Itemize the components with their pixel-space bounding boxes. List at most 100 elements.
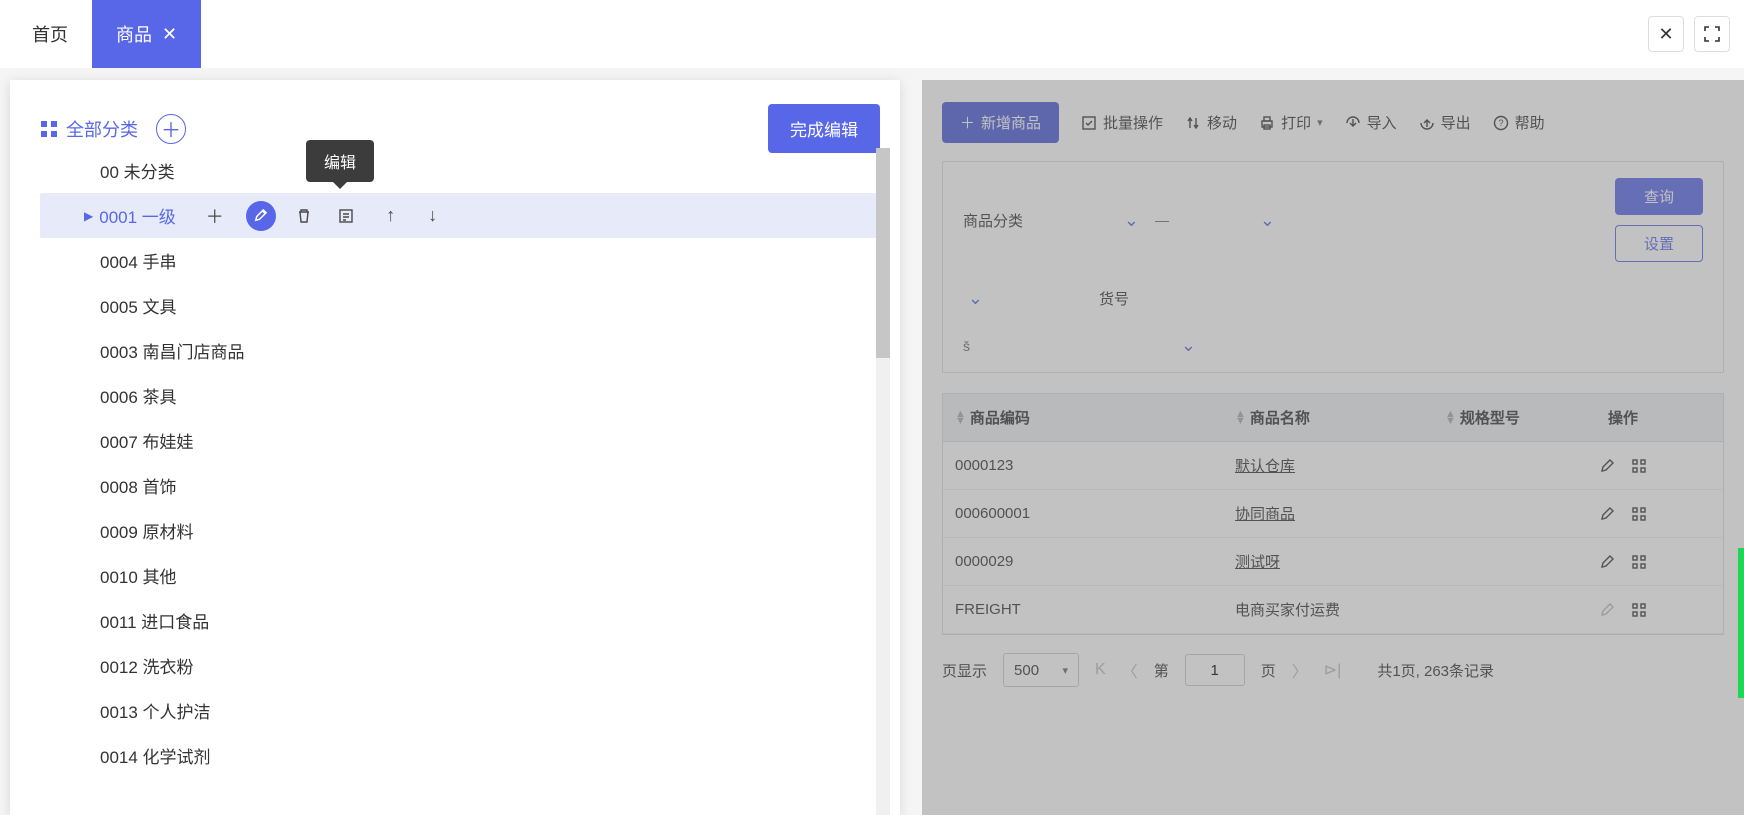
table-row: 0000123默认仓库 <box>943 442 1723 490</box>
col-code[interactable]: ▲▼商品编码 <box>943 407 1223 428</box>
filter-category-to[interactable]: ⌄ <box>1185 210 1275 231</box>
category-label: 0011 进口食品 <box>100 608 209 633</box>
category-label: 0003 南昌门店商品 <box>100 338 245 363</box>
filter-unknown-2[interactable]: ⌄ <box>1106 335 1196 356</box>
page-input[interactable] <box>1185 654 1245 686</box>
category-item[interactable]: 0003 南昌门店商品 <box>40 328 880 373</box>
cell-code: 000600001 <box>943 505 1223 522</box>
category-label: 0008 首饰 <box>100 473 177 498</box>
side-indicator <box>1738 548 1744 698</box>
category-item[interactable]: 0005 文具 <box>40 283 880 328</box>
tab-bar: 首页 商品 ✕ <box>0 0 1744 68</box>
cell-name[interactable]: 协同商品 <box>1223 503 1433 524</box>
category-label: 00 未分类 <box>100 158 175 183</box>
category-item[interactable]: 0010 其他 <box>40 553 880 598</box>
edit-tooltip: 编辑 <box>306 140 374 182</box>
category-item[interactable]: 0007 布娃娃 <box>40 418 880 463</box>
row-more-icon[interactable] <box>1631 602 1647 618</box>
tab-home[interactable]: 首页 <box>8 0 92 68</box>
move-down-icon[interactable]: ↓ <box>422 205 444 226</box>
setting-button[interactable]: 设置 <box>1615 225 1703 262</box>
filter-unknown-1[interactable]: ⌄ <box>963 288 983 309</box>
category-item[interactable]: 00 未分类 <box>40 148 880 193</box>
cell-code: FREIGHT <box>943 601 1223 618</box>
row-more-icon[interactable] <box>1631 458 1647 474</box>
filter-category-label: 商品分类 <box>963 210 1033 231</box>
category-label: 0012 洗衣粉 <box>100 653 194 678</box>
category-label: 0004 手串 <box>100 248 177 273</box>
category-item[interactable]: ▶ 0001 一级 ＋ ↑ ↓ <box>40 193 880 238</box>
add-child-icon[interactable]: ＋ <box>204 203 226 229</box>
page-summary: 共1页, 263条记录 <box>1377 660 1494 681</box>
col-spec[interactable]: ▲▼规格型号 <box>1433 407 1523 428</box>
table-row: 0000029测试呀 <box>943 538 1723 586</box>
page-next-icon[interactable]: 〉 <box>1292 658 1308 682</box>
export-button[interactable]: 导出 <box>1419 112 1471 133</box>
category-label: 0007 布娃娃 <box>100 428 194 453</box>
category-label: 0010 其他 <box>100 563 177 588</box>
category-item[interactable]: 0014 化学试剂 <box>40 733 880 778</box>
row-more-icon[interactable] <box>1631 554 1647 570</box>
close-icon[interactable]: ✕ <box>162 24 177 45</box>
query-button[interactable]: 查询 <box>1615 178 1703 215</box>
row-more-icon[interactable] <box>1631 506 1647 522</box>
category-item[interactable]: 0012 洗衣粉 <box>40 643 880 688</box>
page-prefix: 第 <box>1154 660 1169 681</box>
category-item[interactable]: 0013 个人护洁 <box>40 688 880 733</box>
category-item[interactable]: 0008 首饰 <box>40 463 880 508</box>
page-prev-icon[interactable]: 〈 <box>1122 658 1138 682</box>
page-suffix: 页 <box>1261 660 1276 681</box>
category-item[interactable]: 0009 原材料 <box>40 508 880 553</box>
new-product-button[interactable]: ＋新增商品 <box>942 102 1059 143</box>
col-name[interactable]: ▲▼商品名称 <box>1223 407 1433 428</box>
move-up-icon[interactable]: ↑ <box>380 205 402 226</box>
import-button[interactable]: 导入 <box>1345 112 1397 133</box>
edit-icon[interactable] <box>246 201 276 231</box>
category-label: 0001 一级 <box>99 203 176 228</box>
cell-name: 电商买家付运费 <box>1223 599 1433 620</box>
cell-name[interactable]: 测试呀 <box>1223 551 1433 572</box>
row-edit-icon[interactable] <box>1599 506 1615 522</box>
col-op: 操作 <box>1523 407 1723 428</box>
print-button[interactable]: 打印▾ <box>1259 112 1323 133</box>
row-edit-icon[interactable] <box>1599 554 1615 570</box>
tab-products[interactable]: 商品 ✕ <box>92 0 201 68</box>
category-title[interactable]: 全部分类 <box>66 116 138 142</box>
category-editor-panel: 全部分类 ＋ 完成编辑 编辑 00 未分类 ▶ 0001 一级 ＋ ↑ ↓ 0004 手串 0… <box>10 80 900 815</box>
page-last-icon[interactable]: ⊳| <box>1324 660 1342 680</box>
filter-code-label: 货号 <box>1099 288 1169 309</box>
category-label: 0005 文具 <box>100 293 177 318</box>
help-button[interactable]: ? 帮助 <box>1493 112 1545 133</box>
filter-category-from[interactable]: ⌄ <box>1049 210 1139 231</box>
cell-name[interactable]: 默认仓库 <box>1223 455 1433 476</box>
category-item[interactable]: 0011 进口食品 <box>40 598 880 643</box>
row-edit-icon[interactable] <box>1599 458 1615 474</box>
product-table: ▲▼商品编码 ▲▼商品名称 ▲▼规格型号 操作 0000123默认仓库00060… <box>942 393 1724 635</box>
fullscreen-icon[interactable] <box>1694 16 1730 52</box>
cell-ops <box>1523 554 1723 570</box>
config-icon[interactable] <box>338 208 360 224</box>
svg-text:?: ? <box>1498 118 1503 128</box>
per-page-select[interactable]: 500▾ <box>1003 653 1079 687</box>
category-item[interactable]: 0006 茶具 <box>40 373 880 418</box>
close-all-icon[interactable]: ✕ <box>1648 16 1684 52</box>
product-main-panel: ＋新增商品 批量操作 移动 打印▾ 导入 导出 ? <box>922 80 1744 815</box>
category-label: 0013 个人护洁 <box>100 698 211 723</box>
move-button[interactable]: 移动 <box>1185 112 1237 133</box>
cell-ops <box>1523 602 1723 618</box>
category-label: 0014 化学试剂 <box>100 743 211 768</box>
finish-edit-button[interactable]: 完成编辑 <box>768 104 880 153</box>
cell-ops <box>1523 506 1723 522</box>
delete-icon[interactable] <box>296 208 318 224</box>
table-row: 000600001协同商品 <box>943 490 1723 538</box>
grid-icon <box>40 120 58 138</box>
page-first-icon[interactable]: K <box>1095 661 1106 679</box>
cell-ops <box>1523 458 1723 474</box>
caret-icon[interactable]: ▶ <box>84 209 93 223</box>
batch-ops-button[interactable]: 批量操作 <box>1081 112 1163 133</box>
category-label: 0009 原材料 <box>100 518 194 543</box>
cell-code: 0000029 <box>943 553 1223 570</box>
add-category-button[interactable]: ＋ <box>156 114 186 144</box>
row-edit-icon[interactable] <box>1599 602 1615 618</box>
category-item[interactable]: 0004 手串 <box>40 238 880 283</box>
